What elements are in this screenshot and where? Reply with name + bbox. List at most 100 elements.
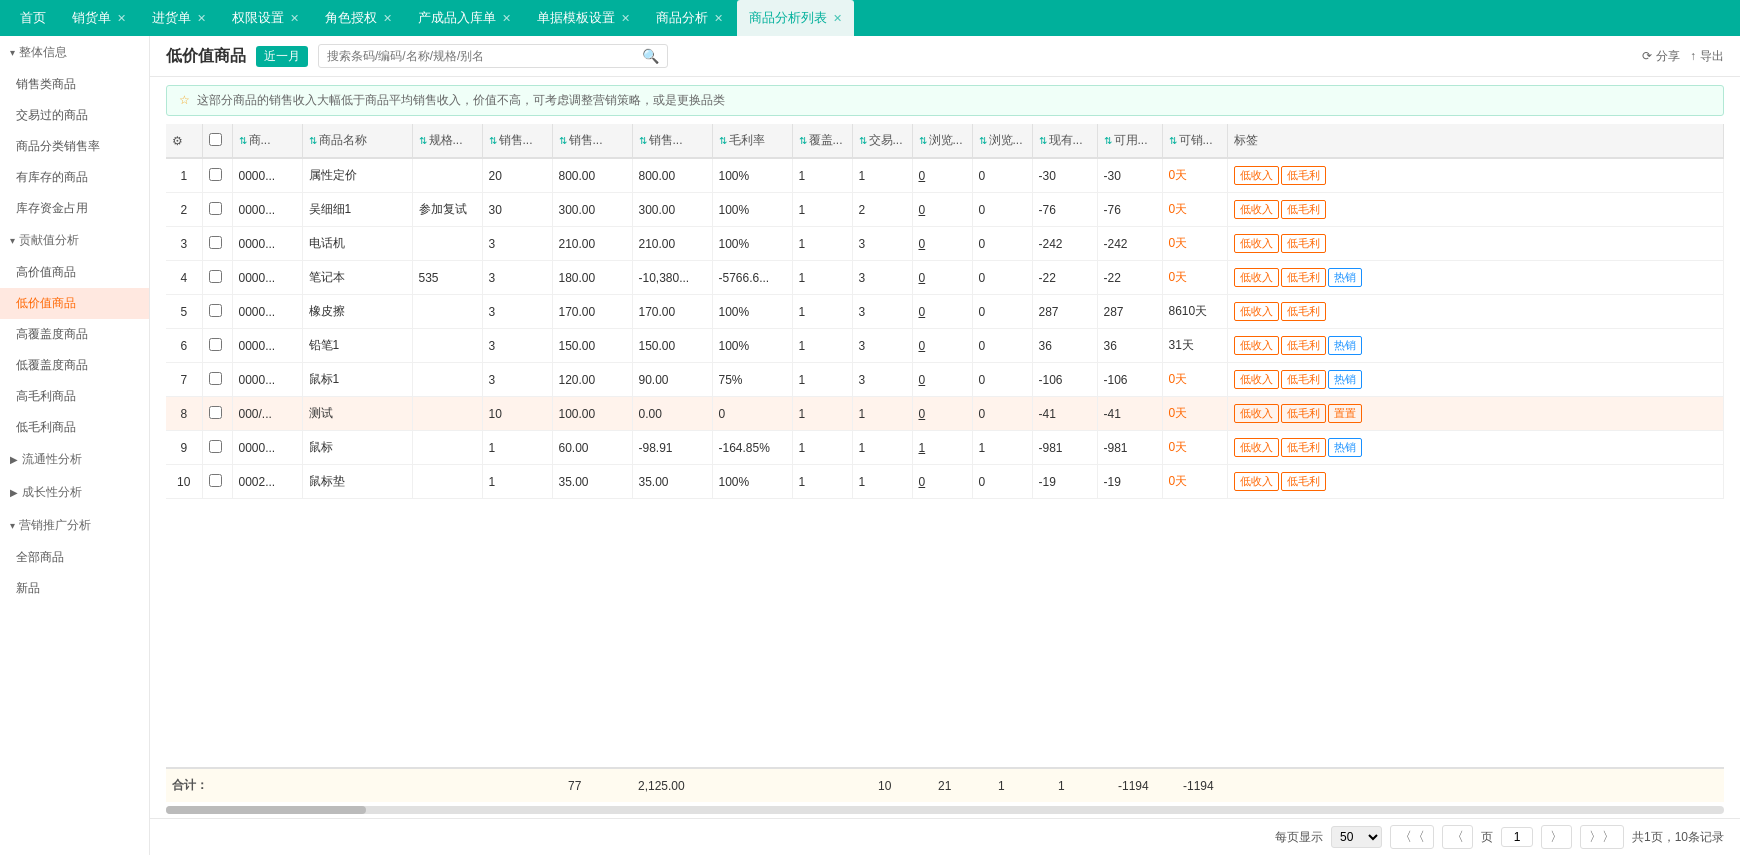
cell-sellable: 0天 xyxy=(1162,227,1227,261)
cell-coverage: 1 xyxy=(792,193,852,227)
share-button[interactable]: ⟳ 分享 xyxy=(1642,48,1680,65)
col-browse2-header[interactable]: ⇅浏览... xyxy=(972,124,1032,158)
close-icon[interactable]: ✕ xyxy=(290,12,299,25)
cell-checkbox[interactable] xyxy=(202,431,232,465)
col-spec-header[interactable]: ⇅规格... xyxy=(412,124,482,158)
nav-home[interactable]: 首页 xyxy=(8,0,58,36)
col-name-header[interactable]: ⇅商品名称 xyxy=(302,124,412,158)
cell-sales-qty: 1 xyxy=(482,465,552,499)
col-sales-amt-header[interactable]: ⇅销售... xyxy=(552,124,632,158)
col-browse1-header[interactable]: ⇅浏览... xyxy=(912,124,972,158)
col-gross-rate-header[interactable]: ⇅毛利率 xyxy=(712,124,792,158)
row-checkbox[interactable] xyxy=(209,338,222,351)
sidebar-section-marketing[interactable]: ▾ 营销推广分析 xyxy=(0,509,149,542)
cell-checkbox[interactable] xyxy=(202,465,232,499)
cell-sales-amt2: 35.00 xyxy=(632,465,712,499)
cell-checkbox[interactable] xyxy=(202,363,232,397)
cell-checkbox[interactable] xyxy=(202,193,232,227)
page-number-input[interactable] xyxy=(1501,827,1533,847)
row-checkbox[interactable] xyxy=(209,406,222,419)
sidebar-item-high-coverage[interactable]: 高覆盖度商品 xyxy=(0,319,149,350)
col-code-header[interactable]: ⇅商... xyxy=(232,124,302,158)
cell-checkbox[interactable] xyxy=(202,227,232,261)
close-icon[interactable]: ✕ xyxy=(833,12,842,25)
first-page-button[interactable]: 〈〈 xyxy=(1390,825,1434,849)
row-checkbox[interactable] xyxy=(209,372,222,385)
search-input[interactable] xyxy=(327,49,638,63)
col-checkbox[interactable] xyxy=(202,124,232,158)
row-checkbox[interactable] xyxy=(209,168,222,181)
cell-sellable: 0天 xyxy=(1162,158,1227,193)
search-icon[interactable]: 🔍 xyxy=(642,48,659,64)
page-size-select[interactable]: 50 100 200 xyxy=(1331,826,1382,848)
close-icon[interactable]: ✕ xyxy=(383,12,392,25)
row-checkbox[interactable] xyxy=(209,202,222,215)
col-trade-header[interactable]: ⇅交易... xyxy=(852,124,912,158)
cell-checkbox[interactable] xyxy=(202,295,232,329)
close-icon[interactable]: ✕ xyxy=(502,12,511,25)
horizontal-scrollbar[interactable] xyxy=(166,806,1724,814)
cell-checkbox[interactable] xyxy=(202,158,232,193)
sidebar-item-low-value[interactable]: 低价值商品 xyxy=(0,288,149,319)
cell-checkbox[interactable] xyxy=(202,261,232,295)
nav-product-in[interactable]: 产成品入库单 ✕ xyxy=(406,0,523,36)
col-sales-qty-header[interactable]: ⇅销售... xyxy=(482,124,552,158)
sidebar-item-sales-products[interactable]: 销售类商品 xyxy=(0,69,149,100)
row-checkbox[interactable] xyxy=(209,236,222,249)
close-icon[interactable]: ✕ xyxy=(714,12,723,25)
scrollbar-thumb[interactable] xyxy=(166,806,366,814)
row-checkbox[interactable] xyxy=(209,440,222,453)
col-sellable-header[interactable]: ⇅可销... xyxy=(1162,124,1227,158)
sidebar-item-stocked[interactable]: 有库存的商品 xyxy=(0,162,149,193)
cell-checkbox[interactable] xyxy=(202,397,232,431)
sidebar-section-growth[interactable]: ▶ 成长性分析 xyxy=(0,476,149,509)
header-actions: ⟳ 分享 ↑ 导出 xyxy=(1642,48,1724,65)
nav-role[interactable]: 角色授权 ✕ xyxy=(313,0,404,36)
cell-sellable: 0天 xyxy=(1162,193,1227,227)
cell-checkbox[interactable] xyxy=(202,329,232,363)
sidebar-item-capital[interactable]: 库存资金占用 xyxy=(0,193,149,224)
cell-coverage: 1 xyxy=(792,227,852,261)
time-badge[interactable]: 近一月 xyxy=(256,46,308,67)
last-page-button[interactable]: 〉〉 xyxy=(1580,825,1624,849)
sidebar-item-high-margin[interactable]: 高毛利商品 xyxy=(0,381,149,412)
nav-purchase-order[interactable]: 进货单 ✕ xyxy=(140,0,218,36)
cell-sales-amt2: -10,380... xyxy=(632,261,712,295)
close-icon[interactable]: ✕ xyxy=(197,12,206,25)
sidebar-item-high-value[interactable]: 高价值商品 xyxy=(0,257,149,288)
col-coverage-header[interactable]: ⇅覆盖... xyxy=(792,124,852,158)
row-checkbox[interactable] xyxy=(209,304,222,317)
prev-page-button[interactable]: 〈 xyxy=(1442,825,1473,849)
nav-product-analysis[interactable]: 商品分析 ✕ xyxy=(644,0,735,36)
sidebar-section-circulation[interactable]: ▶ 流通性分析 xyxy=(0,443,149,476)
col-sales-amt2-header[interactable]: ⇅销售... xyxy=(632,124,712,158)
cell-sales-amt: 100.00 xyxy=(552,397,632,431)
sidebar-item-new-products[interactable]: 新品 xyxy=(0,573,149,604)
col-settings[interactable]: ⚙ xyxy=(166,124,202,158)
select-all-checkbox[interactable] xyxy=(209,133,222,146)
sidebar-item-low-margin[interactable]: 低毛利商品 xyxy=(0,412,149,443)
nav-template[interactable]: 单据模板设置 ✕ xyxy=(525,0,642,36)
row-checkbox[interactable] xyxy=(209,474,222,487)
sidebar-section-contribution[interactable]: ▾ 贡献值分析 xyxy=(0,224,149,257)
sidebar-item-low-coverage[interactable]: 低覆盖度商品 xyxy=(0,350,149,381)
sidebar-item-category-rate[interactable]: 商品分类销售率 xyxy=(0,131,149,162)
next-page-button[interactable]: 〉 xyxy=(1541,825,1572,849)
close-icon[interactable]: ✕ xyxy=(621,12,630,25)
export-button[interactable]: ↑ 导出 xyxy=(1690,48,1724,65)
close-icon[interactable]: ✕ xyxy=(117,12,126,25)
col-stock-header[interactable]: ⇅现有... xyxy=(1032,124,1097,158)
sidebar-section-overview[interactable]: ▾ 整体信息 xyxy=(0,36,149,69)
row-checkbox[interactable] xyxy=(209,270,222,283)
cell-stock: -19 xyxy=(1032,465,1097,499)
col-avail-header[interactable]: ⇅可用... xyxy=(1097,124,1162,158)
nav-permission[interactable]: 权限设置 ✕ xyxy=(220,0,311,36)
nav-sales-order[interactable]: 销货单 ✕ xyxy=(60,0,138,36)
sidebar-item-traded[interactable]: 交易过的商品 xyxy=(0,100,149,131)
sidebar-item-all-products[interactable]: 全部商品 xyxy=(0,542,149,573)
nav-product-analysis-list[interactable]: 商品分析列表 ✕ xyxy=(737,0,854,36)
cell-sales-qty: 1 xyxy=(482,431,552,465)
chevron-right-icon: ▶ xyxy=(10,454,18,465)
cell-browse2: 1 xyxy=(972,431,1032,465)
cell-name: 笔记本 xyxy=(302,261,412,295)
